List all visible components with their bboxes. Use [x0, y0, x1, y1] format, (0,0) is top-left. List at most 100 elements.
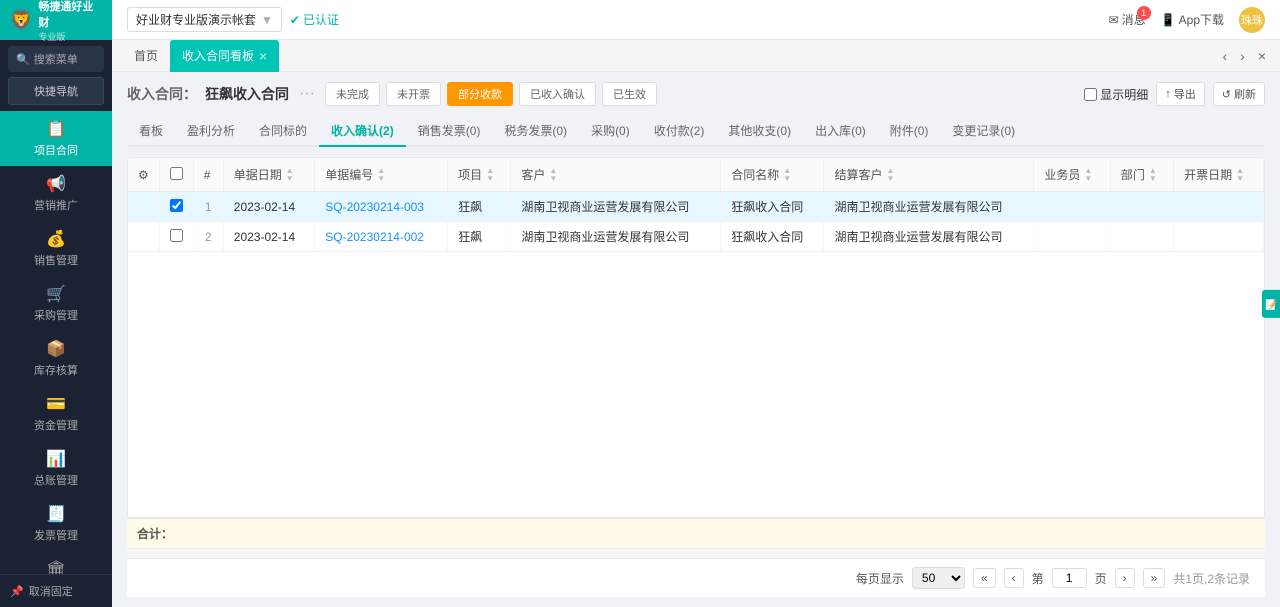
more-options-button[interactable]: ···	[299, 85, 315, 103]
col-salesperson[interactable]: 业务员 ▲▼	[1034, 158, 1111, 192]
total-label: 合计：	[137, 525, 173, 542]
page-input[interactable]	[1052, 568, 1087, 588]
checkbox-col-header	[159, 158, 193, 192]
app-download-button[interactable]: 📱 App下载	[1161, 11, 1224, 28]
first-page-button[interactable]: «	[973, 568, 996, 588]
tab-prev-button[interactable]: ‹	[1218, 46, 1231, 66]
tab-home[interactable]: 首页	[122, 40, 170, 72]
right-note-button[interactable]: 📝	[1262, 289, 1280, 317]
sidebar-item-tax[interactable]: 🏛 税务管理	[0, 551, 112, 574]
row1-project: 狂飙	[448, 192, 511, 222]
sidebar-item-project-contract[interactable]: 📋 项目合同	[0, 111, 112, 166]
date-sort-icon[interactable]: ▲▼	[286, 167, 294, 183]
search-menu-button[interactable]: 🔍 搜索菜单	[8, 46, 104, 72]
tab-next-button[interactable]: ›	[1236, 46, 1249, 66]
main-content: 好业财专业版演示帐套 ▼ ✔ 已认证 ✉ 消息 1 📱 App下载 珠珠	[112, 0, 1280, 607]
row2-checkbox[interactable]	[159, 222, 193, 252]
subtab-warehouse[interactable]: 出入库(0)	[803, 116, 878, 147]
settlement-sort-icon[interactable]: ▲▼	[887, 167, 895, 183]
col-num: #	[193, 158, 223, 192]
pin-icon: 📌	[10, 585, 24, 598]
col-contract-name[interactable]: 合同名称 ▲▼	[721, 158, 824, 192]
company-selector[interactable]: 好业财专业版演示帐套 ▼	[127, 7, 282, 32]
sidebar-item-sales[interactable]: 💰 销售管理	[0, 221, 112, 276]
per-page-select[interactable]: 50 100 200	[912, 567, 965, 589]
note-icon: 📝	[1266, 297, 1277, 309]
message-button[interactable]: ✉ 消息 1	[1109, 11, 1146, 28]
subtab-attachment[interactable]: 附件(0)	[878, 116, 941, 147]
table-row[interactable]: 2 2023-02-14 SQ-20230214-002 狂飙 湖南卫视商业运营…	[128, 222, 1264, 252]
subtab-profit[interactable]: 盈利分析	[175, 116, 247, 147]
status-revenue-confirmed[interactable]: 已收入确认	[519, 82, 596, 106]
table-row[interactable]: 1 2023-02-14 SQ-20230214-003 狂飙 湖南卫视商业运营…	[128, 192, 1264, 222]
col-department[interactable]: 部门 ▲▼	[1110, 158, 1173, 192]
company-name: 好业财专业版演示帐套	[136, 11, 256, 28]
subtab-other-income[interactable]: 其他收支(0)	[716, 116, 803, 147]
sales-icon: 💰	[46, 229, 66, 249]
department-sort-icon[interactable]: ▲▼	[1149, 167, 1157, 183]
select-all-checkbox[interactable]	[170, 167, 183, 180]
contract-name: 狂飙收入合同	[205, 84, 289, 104]
quick-nav-button[interactable]: 快捷导航	[8, 77, 104, 105]
tab-close-button[interactable]: ×	[259, 48, 267, 64]
subtab-board[interactable]: 看板	[127, 116, 175, 147]
subtab-payment[interactable]: 收付款(2)	[642, 116, 717, 147]
prev-page-button[interactable]: ‹	[1004, 568, 1024, 588]
sidebar-item-finance[interactable]: 💳 资金管理	[0, 386, 112, 441]
col-customer[interactable]: 客户 ▲▼	[511, 158, 721, 192]
subtab-tax-invoice[interactable]: 税务发票(0)	[492, 116, 579, 147]
horizontal-scrollbar[interactable]	[127, 548, 1265, 558]
salesperson-sort-icon[interactable]: ▲▼	[1084, 167, 1092, 183]
col-project[interactable]: 项目 ▲▼	[448, 158, 511, 192]
status-incomplete[interactable]: 未完成	[325, 82, 380, 106]
invoice-date-sort-icon[interactable]: ▲▼	[1236, 167, 1244, 183]
row2-code[interactable]: SQ-20230214-002	[315, 222, 448, 252]
export-button[interactable]: ↑ 导出	[1156, 82, 1205, 106]
row1-checkbox[interactable]	[159, 192, 193, 222]
last-page-button[interactable]: »	[1143, 568, 1166, 588]
tab-close-win-button[interactable]: ×	[1254, 46, 1270, 66]
next-page-button[interactable]: ›	[1115, 568, 1135, 588]
status-partial-payment[interactable]: 部分收款	[447, 82, 513, 106]
subtab-sales-invoice[interactable]: 销售发票(0)	[406, 116, 493, 147]
code-sort-icon[interactable]: ▲▼	[377, 167, 385, 183]
tab-contract-board[interactable]: 收入合同看板 ×	[170, 40, 279, 72]
contract-status-buttons: 未完成 未开票 部分收款 已收入确认 已生效	[325, 82, 657, 106]
message-icon: ✉	[1109, 13, 1119, 27]
contract-header: 收入合同： 狂飙收入合同 ··· 未完成 未开票 部分收款 已收入确认 已生效 …	[127, 82, 1265, 106]
chevron-down-icon: ▼	[261, 13, 273, 27]
col-date[interactable]: 单据日期 ▲▼	[223, 158, 314, 192]
settings-icon[interactable]: ⚙	[138, 168, 149, 182]
topbar-left: 好业财专业版演示帐套 ▼ ✔ 已认证	[127, 7, 339, 32]
subtab-revenue-confirm[interactable]: 收入确认(2)	[319, 116, 406, 147]
row1-code[interactable]: SQ-20230214-003	[315, 192, 448, 222]
tab-bar: 首页 收入合同看板 × ‹ › ×	[112, 40, 1280, 72]
refresh-button[interactable]: ↺ 刷新	[1213, 82, 1265, 106]
show-detail-checkbox[interactable]	[1084, 88, 1097, 101]
user-profile[interactable]: 珠珠	[1239, 7, 1265, 33]
sidebar-item-invoice[interactable]: 🧾 发票管理	[0, 496, 112, 551]
status-effective[interactable]: 已生效	[602, 82, 657, 106]
col-invoice-date[interactable]: 开票日期 ▲▼	[1174, 158, 1264, 192]
row2-num: 2	[193, 222, 223, 252]
customer-sort-icon[interactable]: ▲▼	[549, 167, 557, 183]
cancel-pin-button[interactable]: 📌 取消固定	[0, 575, 112, 607]
subtab-change-log[interactable]: 变更记录(0)	[940, 116, 1027, 147]
status-uninvoiced[interactable]: 未开票	[386, 82, 441, 106]
project-sort-icon[interactable]: ▲▼	[486, 167, 494, 183]
subtab-contract-subject[interactable]: 合同标的	[247, 116, 319, 147]
logo-icon: 🦁	[10, 10, 32, 31]
per-page-label: 每页显示	[856, 570, 904, 587]
contract-name-sort-icon[interactable]: ▲▼	[783, 167, 791, 183]
sidebar-item-marketing[interactable]: 📢 营销推广	[0, 166, 112, 221]
col-settlement-customer[interactable]: 结算客户 ▲▼	[824, 158, 1034, 192]
col-code[interactable]: 单据编号 ▲▼	[315, 158, 448, 192]
show-detail-checkbox-wrapper[interactable]: 显示明细	[1084, 86, 1148, 103]
logo-text: 畅捷通好业财	[38, 0, 102, 30]
sidebar-item-purchase[interactable]: 🛒 采购管理	[0, 276, 112, 331]
row2-invoice-date	[1174, 222, 1264, 252]
sidebar-item-ledger[interactable]: 📊 总账管理	[0, 441, 112, 496]
subtab-purchase[interactable]: 采购(0)	[579, 116, 642, 147]
sidebar-item-inventory[interactable]: 📦 库存核算	[0, 331, 112, 386]
settings-col-header: ⚙	[128, 158, 159, 192]
